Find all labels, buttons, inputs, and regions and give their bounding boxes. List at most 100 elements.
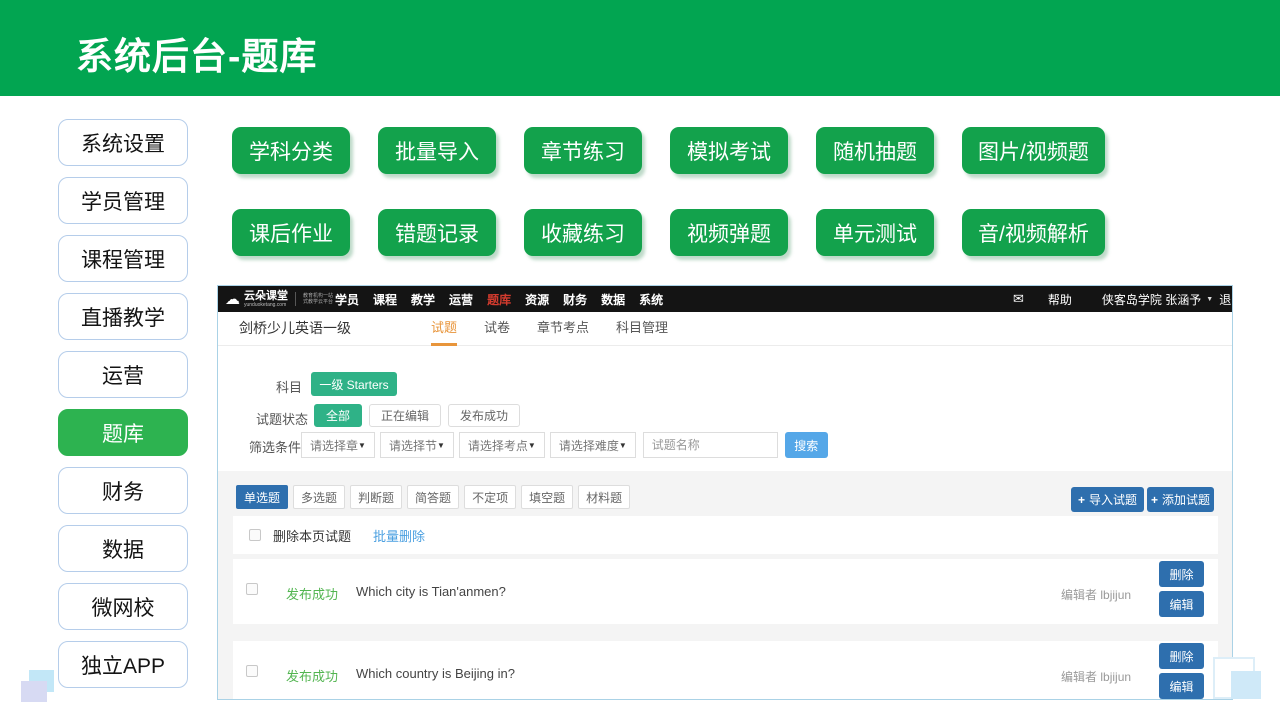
logo-divider	[295, 292, 296, 306]
bulk-actions-bar: 删除本页试题 批量删除	[233, 516, 1218, 554]
feature-button[interactable]: 收藏练习	[524, 209, 642, 256]
search-button[interactable]: 搜索	[785, 432, 828, 458]
select-page-checkbox[interactable]	[249, 529, 261, 541]
delete-button[interactable]: 删除	[1159, 643, 1204, 669]
status-filter-button[interactable]: 正在编辑	[369, 404, 441, 427]
question-type-tab[interactable]: 多选题	[293, 485, 345, 509]
select-arrow-icon: ▼	[358, 441, 366, 450]
feature-button[interactable]: 视频弹题	[670, 209, 788, 256]
subnav-tab[interactable]: 试题	[431, 312, 457, 346]
select-arrow-icon: ▼	[437, 441, 445, 450]
admin-nav-item[interactable]: 数据	[601, 291, 625, 308]
sidebar-item[interactable]: 独立APP	[58, 641, 188, 688]
question-type-tab[interactable]: 材料题	[578, 485, 630, 509]
import-questions-button[interactable]: + 导入试题	[1071, 487, 1144, 512]
filter-select[interactable]: 请选择节 ▼	[380, 432, 454, 458]
feature-button[interactable]: 批量导入	[378, 127, 496, 174]
feature-button[interactable]: 错题记录	[378, 209, 496, 256]
admin-nav-item[interactable]: 教学	[411, 291, 435, 308]
brand-tagline: 教育机构一站 式教学云平台	[303, 293, 333, 305]
subject-value-tag[interactable]: 一级 Starters	[311, 372, 397, 396]
question-row: 发布成功 Which country is Beijing in? 编辑者 lb…	[233, 641, 1218, 700]
sidebar-item[interactable]: 财务	[58, 467, 188, 514]
question-list: 发布成功 Which city is Tian'anmen? 编辑者 lbjij…	[233, 559, 1218, 700]
edit-button[interactable]: 编辑	[1159, 673, 1204, 699]
admin-nav-item[interactable]: 题库	[487, 291, 511, 308]
admin-nav-item[interactable]: 课程	[373, 291, 397, 308]
feature-button[interactable]: 学科分类	[232, 127, 350, 174]
cloud-icon: ☁	[225, 292, 240, 307]
brand-name: 云朵课堂 yunduoketang.com	[244, 291, 288, 308]
conditions-label: 筛选条件	[249, 437, 301, 456]
editor-info: 编辑者 lbjijun	[1061, 668, 1131, 685]
admin-nav-item[interactable]: 运营	[449, 291, 473, 308]
admin-nav-item[interactable]: 财务	[563, 291, 587, 308]
select-arrow-icon: ▼	[619, 441, 627, 450]
delete-page-label: 删除本页试题	[273, 526, 351, 545]
question-type-tabs: 单选题多选题判断题简答题不定项填空题材料题	[236, 485, 630, 509]
question-type-tab[interactable]: 简答题	[407, 485, 459, 509]
status-filter-group: 全部正在编辑发布成功	[314, 404, 520, 427]
feature-button[interactable]: 模拟考试	[670, 127, 788, 174]
plus-icon: +	[1151, 493, 1158, 507]
question-type-tab[interactable]: 填空题	[521, 485, 573, 509]
decorative-square	[21, 681, 47, 702]
logout-link[interactable]: 退	[1219, 291, 1231, 308]
admin-screenshot: ☁ 云朵课堂 yunduoketang.com 教育机构一站 式教学云平台 学员…	[217, 285, 1233, 700]
row-checkbox[interactable]	[246, 583, 258, 595]
question-type-tab[interactable]: 判断题	[350, 485, 402, 509]
subject-label: 科目	[276, 377, 302, 396]
row-checkbox[interactable]	[246, 665, 258, 677]
caret-down-icon: ▼	[1206, 296, 1213, 303]
feature-button[interactable]: 随机抽题	[816, 127, 934, 174]
sidebar-item[interactable]: 数据	[58, 525, 188, 572]
status-filter-button[interactable]: 发布成功	[448, 404, 520, 427]
sidebar-item[interactable]: 课程管理	[58, 235, 188, 282]
batch-delete-link[interactable]: 批量删除	[373, 526, 425, 545]
conditions-row: 请选择章 ▼ 请选择节 ▼ 请选择考点 ▼ 请选择难度 ▼ 搜索	[301, 432, 828, 458]
filter-select[interactable]: 请选择难度 ▼	[550, 432, 636, 458]
sidebar-item[interactable]: 系统设置	[58, 119, 188, 166]
feature-button[interactable]: 图片/视频题	[962, 127, 1105, 174]
filter-select[interactable]: 请选择考点 ▼	[459, 432, 545, 458]
question-row: 发布成功 Which city is Tian'anmen? 编辑者 lbjij…	[233, 559, 1218, 624]
feature-button[interactable]: 单元测试	[816, 209, 934, 256]
status-filter-button[interactable]: 全部	[314, 404, 362, 427]
feature-row-1: 学科分类批量导入章节练习模拟考试随机抽题图片/视频题	[232, 127, 1232, 174]
mail-icon[interactable]: ✉	[1013, 291, 1024, 307]
question-type-tab[interactable]: 单选题	[236, 485, 288, 509]
add-question-button[interactable]: + 添加试题	[1147, 487, 1214, 512]
feature-button[interactable]: 章节练习	[524, 127, 642, 174]
sidebar-item[interactable]: 微网校	[58, 583, 188, 630]
admin-nav-item[interactable]: 资源	[525, 291, 549, 308]
sidebar-item[interactable]: 直播教学	[58, 293, 188, 340]
row-actions: 删除 编辑	[1159, 561, 1204, 617]
subnav-tab[interactable]: 科目管理	[616, 312, 668, 346]
help-link[interactable]: 帮助	[1048, 291, 1072, 308]
account-label[interactable]: 侠客岛学院 张涵予	[1102, 291, 1201, 308]
status-badge: 发布成功	[286, 666, 338, 685]
edit-button[interactable]: 编辑	[1159, 591, 1204, 617]
subnav-tab[interactable]: 试卷	[484, 312, 510, 346]
page-header: 系统后台-题库	[0, 0, 1280, 96]
select-group: 请选择章 ▼ 请选择节 ▼ 请选择考点 ▼ 请选择难度 ▼	[301, 432, 636, 458]
subnav-tabs: 试题试卷章节考点科目管理	[431, 312, 668, 346]
feature-button[interactable]: 课后作业	[232, 209, 350, 256]
sidebar-item[interactable]: 题库	[58, 409, 188, 456]
feature-button[interactable]: 音/视频解析	[962, 209, 1105, 256]
row-actions: 删除 编辑	[1159, 643, 1204, 699]
status-label: 试题状态	[256, 409, 308, 428]
filter-select[interactable]: 请选择章 ▼	[301, 432, 375, 458]
sidebar-item[interactable]: 运营	[58, 351, 188, 398]
admin-nav-item[interactable]: 系统	[639, 291, 663, 308]
question-type-tab[interactable]: 不定项	[464, 485, 516, 509]
admin-subnav: 剑桥少儿英语一级 试题试卷章节考点科目管理	[218, 312, 1232, 346]
delete-button[interactable]: 删除	[1159, 561, 1204, 587]
admin-nav-item[interactable]: 学员	[335, 291, 359, 308]
decorative-square	[1231, 671, 1261, 699]
editor-info: 编辑者 lbjijun	[1061, 586, 1131, 603]
sidebar-item[interactable]: 学员管理	[58, 177, 188, 224]
question-text: Which city is Tian'anmen?	[356, 584, 506, 599]
subnav-tab[interactable]: 章节考点	[537, 312, 589, 346]
question-name-input[interactable]	[643, 432, 778, 458]
